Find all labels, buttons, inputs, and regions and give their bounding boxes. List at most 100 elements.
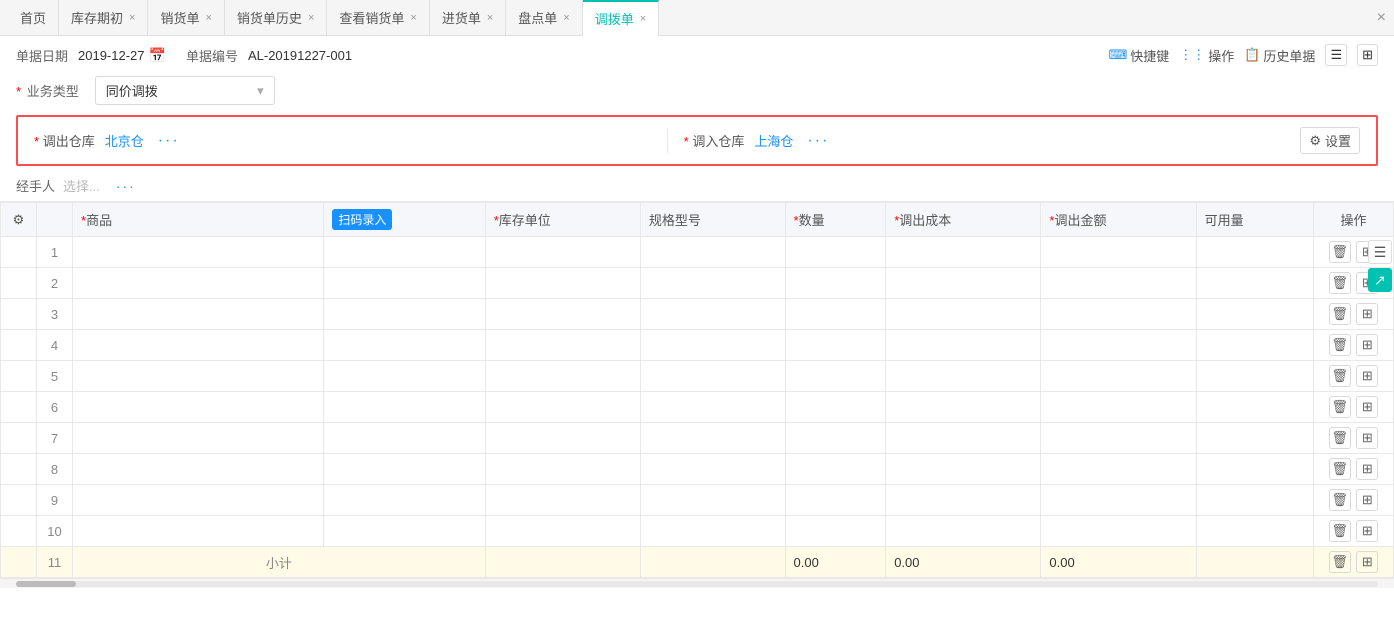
warehouse-in-dots[interactable]: ··· xyxy=(807,132,829,150)
row-unit[interactable] xyxy=(485,330,640,361)
warehouse-out-dots[interactable]: ··· xyxy=(158,132,180,150)
row-unit[interactable] xyxy=(485,423,640,454)
row-spec[interactable] xyxy=(640,423,785,454)
row-product[interactable] xyxy=(73,268,324,299)
delete-row-btn[interactable]: 🗑 xyxy=(1329,396,1351,418)
copy-row-btn[interactable]: ⊞ xyxy=(1356,365,1378,387)
row-spec[interactable] xyxy=(640,454,785,485)
delete-row-btn[interactable]: 🗑 xyxy=(1329,458,1351,480)
row-qty[interactable] xyxy=(785,423,886,454)
row-qty[interactable] xyxy=(785,516,886,547)
copy-row-btn[interactable]: ⊞ xyxy=(1356,303,1378,325)
row-unit[interactable] xyxy=(485,237,640,268)
row-product[interactable] xyxy=(73,485,324,516)
row-qty[interactable] xyxy=(785,485,886,516)
history-btn[interactable]: 📋 历史单据 xyxy=(1244,46,1315,65)
close-tab-sales-history[interactable]: × xyxy=(308,12,314,24)
copy-row-btn[interactable]: ⊞ xyxy=(1356,520,1378,542)
row-unit[interactable] xyxy=(485,268,640,299)
close-tab-view-sales[interactable]: × xyxy=(410,12,416,24)
tab-bar-close-icon[interactable]: × xyxy=(1377,9,1386,27)
row-cost[interactable] xyxy=(886,299,1041,330)
row-unit[interactable] xyxy=(485,516,640,547)
row-spec[interactable] xyxy=(640,392,785,423)
row-product[interactable] xyxy=(73,361,324,392)
tab-purchase[interactable]: 进货单 × xyxy=(430,0,506,36)
delete-row-btn[interactable]: 🗑 xyxy=(1329,334,1351,356)
row-spec[interactable] xyxy=(640,330,785,361)
row-amount[interactable] xyxy=(1041,268,1196,299)
close-tab-transfer[interactable]: × xyxy=(640,13,646,25)
row-qty[interactable] xyxy=(785,237,886,268)
row-unit[interactable] xyxy=(485,454,640,485)
tab-inventory[interactable]: 盘点单 × xyxy=(506,0,582,36)
row-cost[interactable] xyxy=(886,485,1041,516)
tab-view-sales[interactable]: 查看销货单 × xyxy=(327,0,429,36)
row-product[interactable] xyxy=(73,454,324,485)
row-amount[interactable] xyxy=(1041,485,1196,516)
tab-stock-init[interactable]: 库存期初 × xyxy=(59,0,148,36)
warehouse-settings-btn[interactable]: ⚙ 设置 xyxy=(1300,127,1360,154)
row-product[interactable] xyxy=(73,237,324,268)
row-qty[interactable] xyxy=(785,392,886,423)
row-cost[interactable] xyxy=(886,516,1041,547)
scan-entry-btn[interactable]: 扫码录入 xyxy=(332,209,392,230)
delete-row-btn[interactable]: 🗑 xyxy=(1329,551,1351,573)
row-qty[interactable] xyxy=(785,330,886,361)
handler-dots[interactable]: ··· xyxy=(116,178,136,194)
close-tab-purchase[interactable]: × xyxy=(487,12,493,24)
copy-row-btn[interactable]: ⊞ xyxy=(1356,489,1378,511)
row-cost[interactable] xyxy=(886,454,1041,485)
col-gear[interactable]: ⚙ xyxy=(1,203,37,237)
delete-row-btn[interactable]: 🗑 xyxy=(1329,365,1351,387)
side-list-icon[interactable]: ☰ xyxy=(1368,240,1392,264)
row-cost[interactable] xyxy=(886,268,1041,299)
row-spec[interactable] xyxy=(640,299,785,330)
handler-select[interactable]: 选择... xyxy=(63,176,100,195)
row-cost[interactable] xyxy=(886,237,1041,268)
row-amount[interactable] xyxy=(1041,299,1196,330)
row-amount[interactable] xyxy=(1041,516,1196,547)
row-spec[interactable] xyxy=(640,485,785,516)
row-spec[interactable] xyxy=(640,268,785,299)
row-amount[interactable] xyxy=(1041,361,1196,392)
row-spec[interactable] xyxy=(640,516,785,547)
row-spec[interactable] xyxy=(640,237,785,268)
row-qty[interactable] xyxy=(785,268,886,299)
delete-row-btn[interactable]: 🗑 xyxy=(1329,489,1351,511)
delete-row-btn[interactable]: 🗑 xyxy=(1329,272,1351,294)
row-unit[interactable] xyxy=(485,299,640,330)
operation-btn[interactable]: ⋮⋮ 操作 xyxy=(1179,46,1234,65)
list-view-btn[interactable]: ☰ xyxy=(1325,44,1347,66)
delete-row-btn[interactable]: 🗑 xyxy=(1329,427,1351,449)
row-cost[interactable] xyxy=(886,330,1041,361)
copy-row-btn[interactable]: ⊞ xyxy=(1356,427,1378,449)
copy-row-btn[interactable]: ⊞ xyxy=(1356,334,1378,356)
shortcut-btn[interactable]: ⌨ 快捷键 xyxy=(1108,46,1169,65)
tab-transfer[interactable]: 调拨单 × xyxy=(583,0,659,36)
col-scan[interactable]: 扫码录入 xyxy=(324,203,485,237)
close-tab-inventory[interactable]: × xyxy=(563,12,569,24)
row-spec[interactable] xyxy=(640,361,785,392)
copy-row-btn[interactable]: ⊞ xyxy=(1356,458,1378,480)
delete-row-btn[interactable]: 🗑 xyxy=(1329,303,1351,325)
row-amount[interactable] xyxy=(1041,330,1196,361)
row-product[interactable] xyxy=(73,516,324,547)
row-amount[interactable] xyxy=(1041,423,1196,454)
calendar-icon[interactable]: 📅 xyxy=(149,47,166,64)
row-qty[interactable] xyxy=(785,299,886,330)
row-unit[interactable] xyxy=(485,361,640,392)
row-cost[interactable] xyxy=(886,423,1041,454)
tab-home[interactable]: 首页 xyxy=(8,0,59,36)
row-product[interactable] xyxy=(73,299,324,330)
delete-row-btn[interactable]: 🗑 xyxy=(1329,241,1351,263)
row-amount[interactable] xyxy=(1041,392,1196,423)
row-amount[interactable] xyxy=(1041,454,1196,485)
row-product[interactable] xyxy=(73,423,324,454)
copy-row-btn[interactable]: ⊞ xyxy=(1356,396,1378,418)
row-amount[interactable] xyxy=(1041,237,1196,268)
tab-sales-history[interactable]: 销货单历史 × xyxy=(225,0,327,36)
side-expand-icon[interactable]: ↗ xyxy=(1368,268,1392,292)
row-product[interactable] xyxy=(73,330,324,361)
delete-row-btn[interactable]: 🗑 xyxy=(1329,520,1351,542)
